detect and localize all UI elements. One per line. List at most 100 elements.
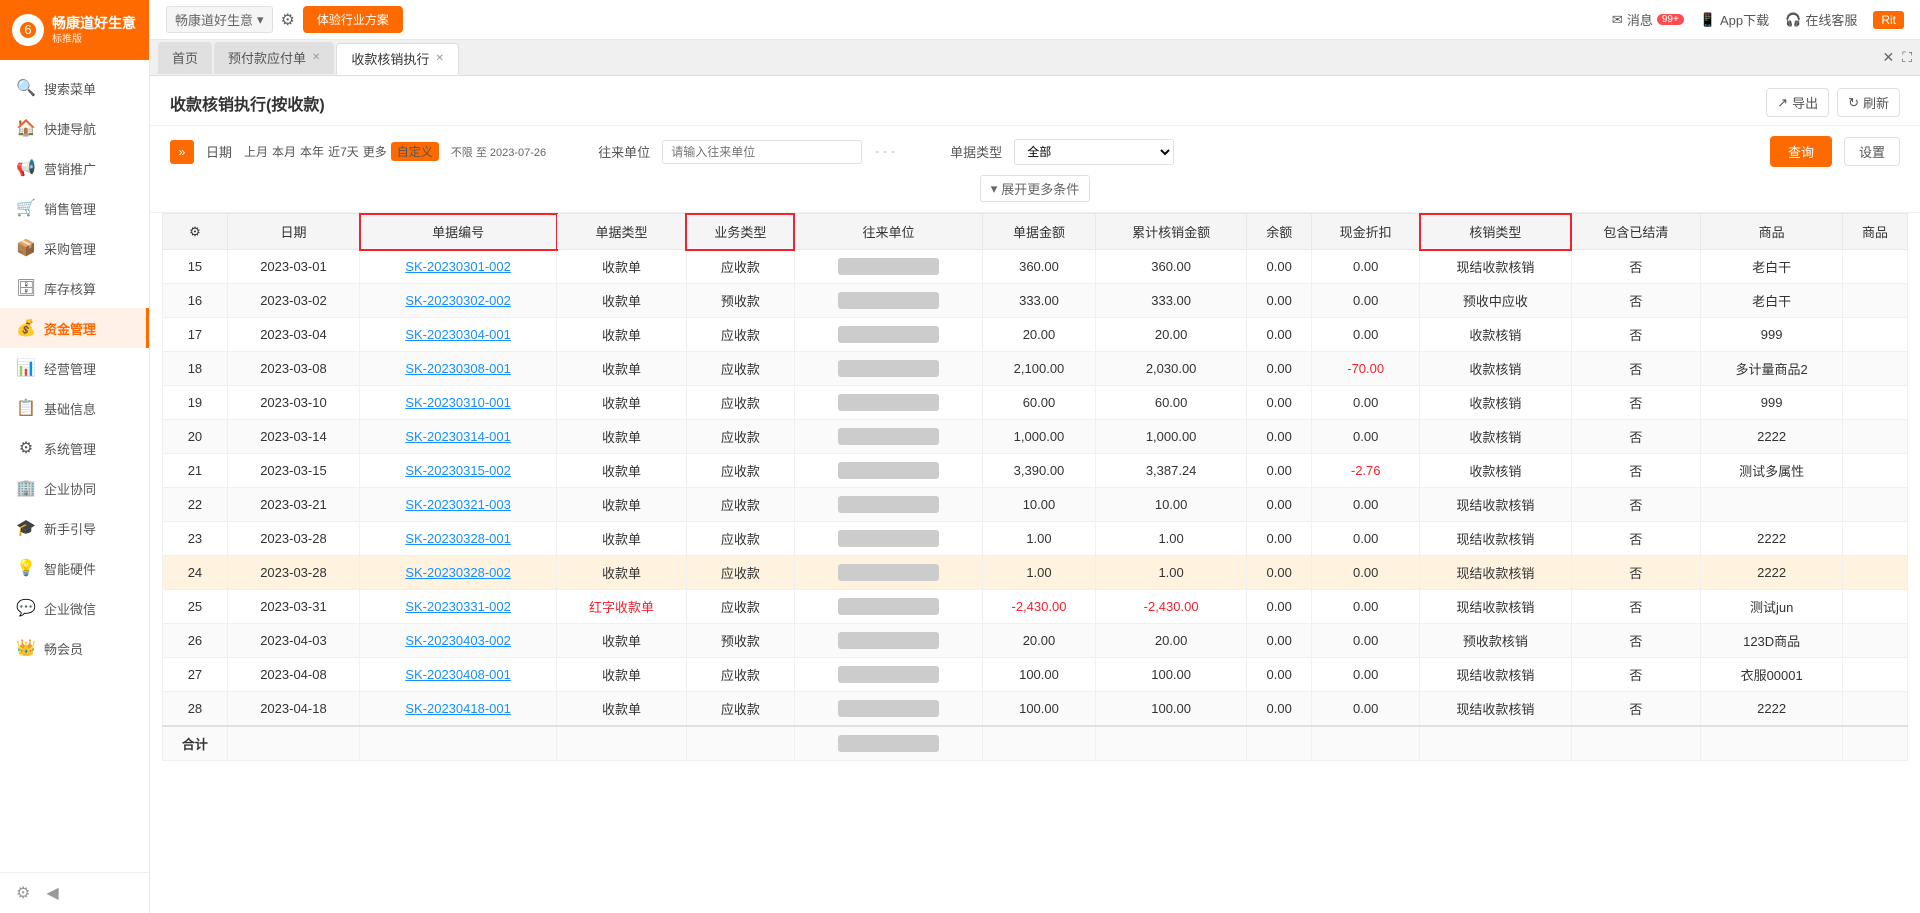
sidebar-item-inventory[interactable]: 🗄 库存核算: [0, 268, 149, 308]
row-bill-no[interactable]: SK-20230418-001: [360, 692, 557, 727]
row-goods2: [1843, 556, 1908, 590]
gear-icon[interactable]: ⚙: [281, 10, 295, 30]
partner-input[interactable]: [662, 140, 862, 164]
bill-type-select[interactable]: 全部 收款单 红字收款单: [1014, 139, 1174, 165]
tab-expand-icon[interactable]: ⛶: [1902, 49, 1912, 66]
row-goods1: 衣服00001: [1701, 658, 1843, 692]
row-no: 19: [163, 386, 228, 420]
tab-prepay-orders[interactable]: 预付款应付单 ✕: [214, 42, 334, 74]
sidebar-item-ops[interactable]: 📊 经营管理: [0, 348, 149, 388]
row-balance: 0.00: [1247, 420, 1312, 454]
date-7days[interactable]: 近7天: [328, 143, 359, 160]
row-date: 2023-03-02: [227, 284, 359, 318]
message-item[interactable]: ✉ 消息 99+: [1612, 10, 1684, 29]
sidebar-item-search-menu[interactable]: 🔍 搜索菜单: [0, 68, 149, 108]
date-this-month[interactable]: 本月: [272, 143, 296, 160]
row-balance: 0.00: [1247, 658, 1312, 692]
row-included: 否: [1571, 352, 1701, 386]
row-bill-no[interactable]: SK-20230315-002: [360, 454, 557, 488]
sidebar-item-beginner[interactable]: 🎓 新手引导: [0, 508, 149, 548]
row-discount: 0.00: [1312, 284, 1420, 318]
row-no: 20: [163, 420, 228, 454]
row-balance: 0.00: [1247, 488, 1312, 522]
row-bill-no[interactable]: SK-20230321-003: [360, 488, 557, 522]
row-balance: 0.00: [1247, 318, 1312, 352]
date-more[interactable]: 更多: [363, 143, 387, 160]
row-bill-no[interactable]: SK-20230314-001: [360, 420, 557, 454]
row-bill-no[interactable]: SK-20230331-002: [360, 590, 557, 624]
sidebar-item-quick-nav[interactable]: 🏠 快捷导航: [0, 108, 149, 148]
col-settings[interactable]: ⚙: [163, 214, 228, 250]
row-acc-amount: 20.00: [1095, 318, 1246, 352]
export-button[interactable]: ↗ 导出: [1766, 88, 1829, 117]
sidebar-item-enterprise-wx[interactable]: 💬 企业微信: [0, 588, 149, 628]
row-included: 否: [1571, 318, 1701, 352]
row-bill-no[interactable]: SK-20230302-002: [360, 284, 557, 318]
row-goods1: 测试多属性: [1701, 454, 1843, 488]
online-service-item[interactable]: 🎧 在线客服: [1785, 10, 1857, 29]
row-included: 否: [1571, 386, 1701, 420]
row-discount: [1312, 726, 1420, 761]
date-custom-button[interactable]: 自定义: [391, 142, 439, 161]
filter-toggle-button[interactable]: »: [170, 140, 194, 164]
tab-collection-exec[interactable]: 收款核销执行 ✕: [336, 43, 458, 75]
sidebar-item-system[interactable]: ⚙ 系统管理: [0, 428, 149, 468]
enterprise-wx-icon: 💬: [16, 598, 36, 618]
row-bill-no[interactable]: SK-20230310-001: [360, 386, 557, 420]
sidebar-item-enterprise[interactable]: 🏢 企业协同: [0, 468, 149, 508]
tab-home[interactable]: 首页: [158, 42, 212, 74]
row-acc-amount: -2,430.00: [1095, 590, 1246, 624]
row-bill-no[interactable]: SK-20230408-001: [360, 658, 557, 692]
row-discount: -2.76: [1312, 454, 1420, 488]
row-amount: [983, 726, 1096, 761]
query-button[interactable]: 查询: [1770, 136, 1832, 167]
collapse-icon[interactable]: ◀: [46, 883, 58, 903]
sidebar-item-basic[interactable]: 📋 基础信息: [0, 388, 149, 428]
row-bill-no[interactable]: SK-20230328-002: [360, 556, 557, 590]
app-download-item[interactable]: 📱 App下载: [1700, 10, 1769, 29]
refresh-button[interactable]: ↻ 刷新: [1837, 88, 1900, 117]
sidebar-item-marketing[interactable]: 📢 营销推广: [0, 148, 149, 188]
table-row: 合计██████████: [163, 726, 1908, 761]
row-cancel-type: 预收中应收: [1420, 284, 1571, 318]
row-balance: [1247, 726, 1312, 761]
row-balance: 0.00: [1247, 250, 1312, 284]
row-amount: 100.00: [983, 658, 1096, 692]
row-bill-no[interactable]: SK-20230328-001: [360, 522, 557, 556]
row-acc-amount: 1.00: [1095, 556, 1246, 590]
settings-bottom-icon[interactable]: ⚙: [16, 883, 30, 903]
sidebar-item-member[interactable]: 👑 畅会员: [0, 628, 149, 668]
company-dropdown[interactable]: 畅康道好生意 ▾: [166, 6, 273, 33]
row-cancel-type: 收款核销: [1420, 318, 1571, 352]
sidebar-item-label: 新手引导: [44, 519, 96, 538]
settings-button[interactable]: 设置: [1844, 137, 1900, 166]
row-cancel-type: 现结收款核销: [1420, 556, 1571, 590]
tab-collection-close[interactable]: ✕: [435, 53, 443, 64]
row-bill-no[interactable]: SK-20230301-002: [360, 250, 557, 284]
tab-close-all-icon[interactable]: ✕: [1882, 49, 1894, 66]
industry-solution-button[interactable]: 体验行业方案: [303, 6, 403, 33]
row-bill-no[interactable]: SK-20230308-001: [360, 352, 557, 386]
date-last-month[interactable]: 上月: [244, 143, 268, 160]
sidebar-item-sales[interactable]: 🛒 销售管理: [0, 188, 149, 228]
row-bill-type: 收款单: [557, 692, 687, 727]
row-biz-type: 应收款: [686, 658, 794, 692]
row-included: 否: [1571, 658, 1701, 692]
row-partner: ██████████: [794, 318, 982, 352]
row-included: 否: [1571, 454, 1701, 488]
row-biz-type: 应收款: [686, 488, 794, 522]
row-acc-amount: 100.00: [1095, 692, 1246, 727]
user-avatar[interactable]: Rit: [1873, 11, 1904, 29]
date-this-year[interactable]: 本年: [300, 143, 324, 160]
row-bill-no[interactable]: SK-20230403-002: [360, 624, 557, 658]
tab-prepay-close[interactable]: ✕: [312, 52, 320, 63]
sidebar-item-smart-hw[interactable]: 💡 智能硬件: [0, 548, 149, 588]
sidebar-item-label: 畅会员: [44, 639, 83, 658]
row-discount: 0.00: [1312, 386, 1420, 420]
sidebar-item-finance[interactable]: 💰 资金管理: [0, 308, 149, 348]
row-goods1: 2222: [1701, 522, 1843, 556]
row-goods2: [1843, 318, 1908, 352]
expand-conditions-button[interactable]: ▾ 展开更多条件: [980, 175, 1091, 202]
row-bill-no[interactable]: SK-20230304-001: [360, 318, 557, 352]
sidebar-item-purchase[interactable]: 📦 采购管理: [0, 228, 149, 268]
